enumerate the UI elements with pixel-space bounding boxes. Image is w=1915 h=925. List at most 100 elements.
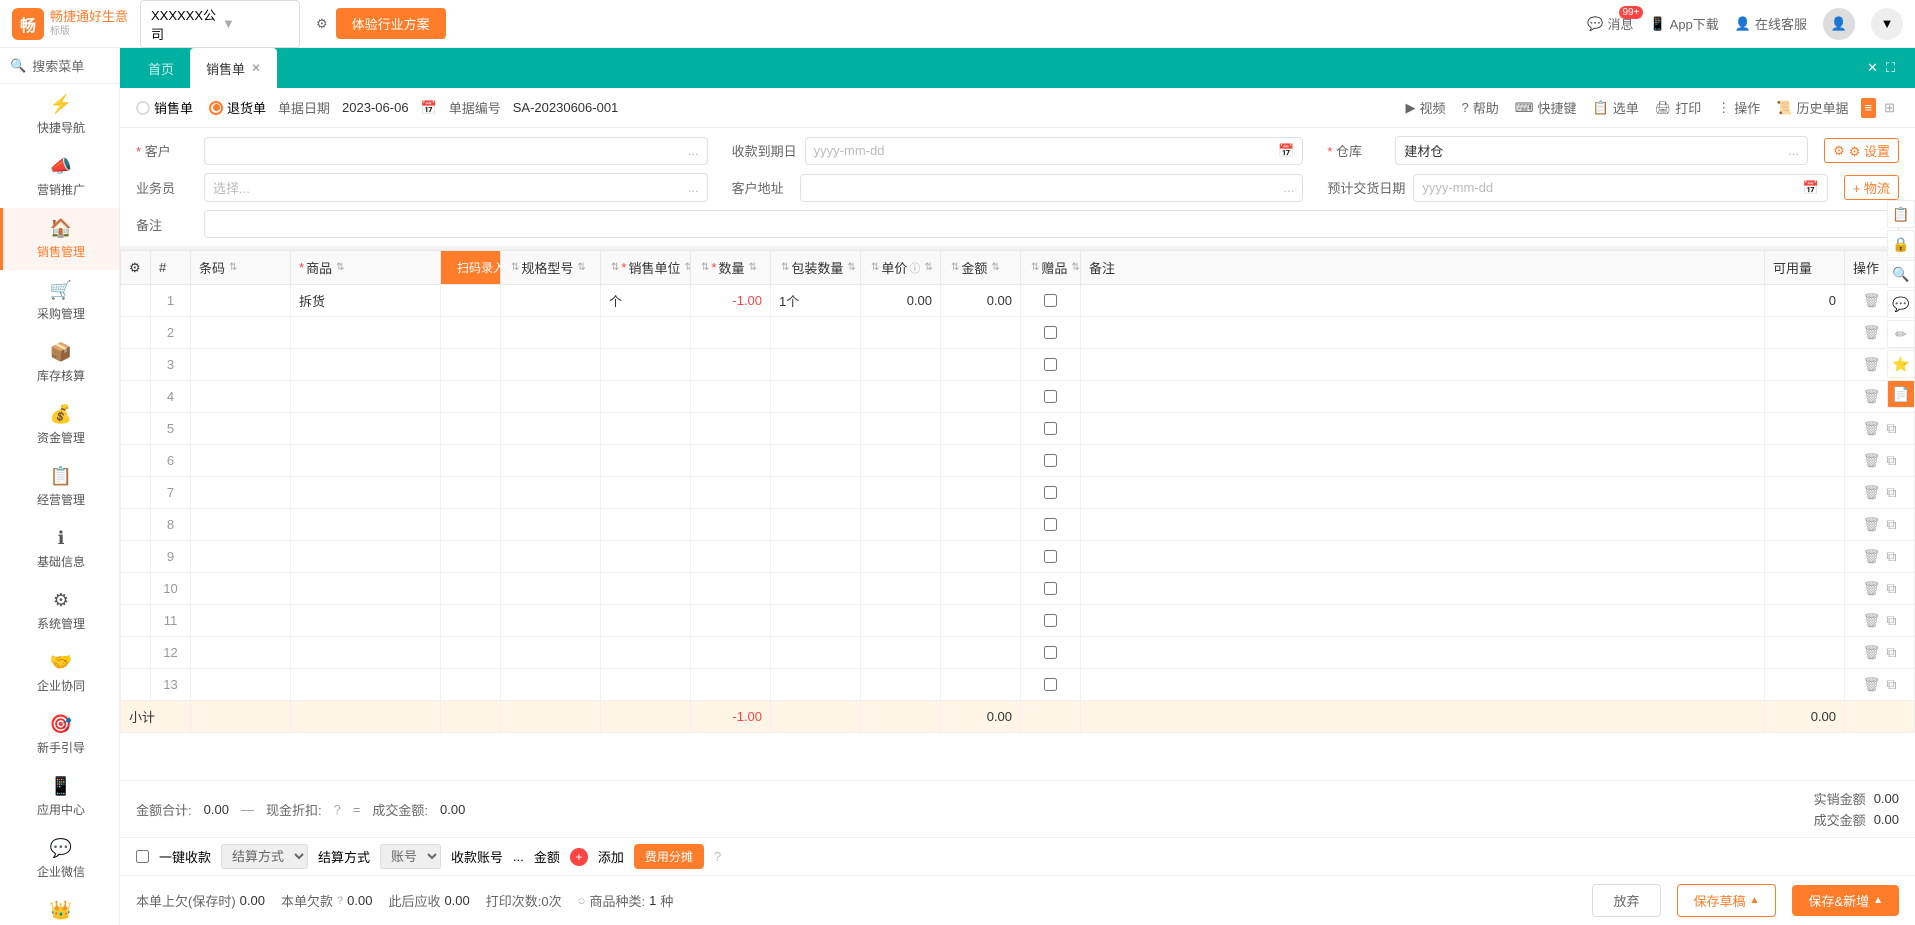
td-remarks[interactable] bbox=[1081, 541, 1765, 573]
td-pkg[interactable] bbox=[771, 317, 861, 349]
sidebar-search[interactable]: 🔍 搜索菜单 bbox=[0, 48, 119, 84]
td-gift[interactable] bbox=[1021, 381, 1081, 413]
td-price[interactable] bbox=[861, 541, 941, 573]
td-price[interactable] bbox=[861, 509, 941, 541]
td-spec[interactable] bbox=[501, 381, 601, 413]
delete-row-icon[interactable]: 🗑 bbox=[1863, 356, 1881, 373]
td-spec[interactable] bbox=[501, 477, 601, 509]
scan-button[interactable]: 扫码录入 bbox=[449, 257, 501, 278]
expense-split-button[interactable]: 费用分摊 bbox=[634, 844, 704, 869]
td-product[interactable] bbox=[291, 573, 441, 605]
td-spec[interactable] bbox=[501, 349, 601, 381]
td-gift[interactable] bbox=[1021, 509, 1081, 541]
operation-button[interactable]: ⋮ 操作 bbox=[1713, 96, 1764, 119]
close-tab-icon[interactable]: ✕ bbox=[251, 61, 261, 75]
customer-input[interactable]: ... bbox=[204, 137, 708, 165]
td-remarks[interactable] bbox=[1081, 605, 1765, 637]
one-click-checkbox[interactable] bbox=[136, 850, 149, 863]
copy-row-icon[interactable]: ⧉ bbox=[1886, 676, 1896, 693]
right-panel-btn-1[interactable]: 📋 bbox=[1887, 200, 1915, 228]
td-amount[interactable] bbox=[941, 413, 1021, 445]
td-qty[interactable] bbox=[691, 381, 771, 413]
td-pkg[interactable] bbox=[771, 445, 861, 477]
td-qty[interactable] bbox=[691, 605, 771, 637]
user-settings[interactable]: ▼ bbox=[1871, 8, 1903, 40]
td-pkg[interactable] bbox=[771, 573, 861, 605]
td-remarks[interactable] bbox=[1081, 317, 1765, 349]
app-download-button[interactable]: 📱 App下载 bbox=[1649, 14, 1718, 33]
td-remarks[interactable] bbox=[1081, 573, 1765, 605]
copy-row-icon[interactable]: ⧉ bbox=[1886, 484, 1896, 501]
close-window-icon[interactable]: ✕ bbox=[1867, 60, 1878, 76]
account-select[interactable]: 账号 bbox=[380, 844, 441, 869]
calendar-icon[interactable]: 📅 bbox=[421, 100, 437, 116]
td-gift[interactable] bbox=[1021, 413, 1081, 445]
payment-help-icon[interactable]: ? bbox=[714, 849, 721, 864]
td-barcode[interactable] bbox=[191, 381, 291, 413]
td-qty[interactable] bbox=[691, 317, 771, 349]
right-panel-btn-3[interactable]: 🔍 bbox=[1887, 260, 1915, 288]
td-unit[interactable] bbox=[601, 573, 691, 605]
td-spec[interactable] bbox=[501, 637, 601, 669]
right-panel-btn-5[interactable]: ✏ bbox=[1887, 320, 1915, 348]
td-price[interactable] bbox=[861, 669, 941, 701]
right-panel-btn-7[interactable]: 📄 bbox=[1887, 380, 1915, 408]
td-product[interactable] bbox=[291, 349, 441, 381]
td-remarks[interactable] bbox=[1081, 349, 1765, 381]
td-price[interactable] bbox=[861, 445, 941, 477]
td-gift[interactable] bbox=[1021, 637, 1081, 669]
th-gear[interactable]: ⚙ bbox=[121, 251, 151, 285]
td-amount[interactable] bbox=[941, 381, 1021, 413]
sidebar-item-inventory[interactable]: 📦 库存核算 bbox=[0, 332, 119, 394]
online-service-button[interactable]: 👤 在线客服 bbox=[1735, 14, 1807, 33]
delete-row-icon[interactable]: 🗑 bbox=[1863, 420, 1881, 437]
save-draft-button[interactable]: 保存草稿 ▲ bbox=[1677, 884, 1777, 917]
td-gift[interactable] bbox=[1021, 477, 1081, 509]
delete-row-icon[interactable]: 🗑 bbox=[1863, 580, 1881, 597]
td-price[interactable] bbox=[861, 573, 941, 605]
td-remarks[interactable] bbox=[1081, 477, 1765, 509]
td-barcode[interactable] bbox=[191, 285, 291, 317]
radio-return[interactable]: 退货单 bbox=[209, 98, 266, 117]
delete-row-icon[interactable]: 🗑 bbox=[1863, 452, 1881, 469]
td-pkg[interactable] bbox=[771, 349, 861, 381]
td-pkg[interactable] bbox=[771, 381, 861, 413]
radio-sales[interactable]: 销售单 bbox=[136, 98, 193, 117]
td-qty[interactable] bbox=[691, 477, 771, 509]
td-amount[interactable] bbox=[941, 573, 1021, 605]
remark-input[interactable] bbox=[204, 210, 1899, 238]
td-gift[interactable] bbox=[1021, 285, 1081, 317]
delete-row-icon[interactable]: 🗑 bbox=[1863, 388, 1881, 405]
sidebar-item-wechat[interactable]: 💬 企业微信 bbox=[0, 828, 119, 890]
copy-row-icon[interactable]: ⧉ bbox=[1886, 580, 1896, 597]
td-amount[interactable] bbox=[941, 349, 1021, 381]
td-gift[interactable] bbox=[1021, 317, 1081, 349]
td-gift[interactable] bbox=[1021, 605, 1081, 637]
logistics-btn[interactable]: + 物流 bbox=[1844, 175, 1899, 200]
td-remarks[interactable] bbox=[1081, 509, 1765, 541]
delete-row-icon[interactable]: 🗑 bbox=[1863, 548, 1881, 565]
td-qty[interactable] bbox=[691, 509, 771, 541]
sidebar-item-purchase[interactable]: 🛒 采购管理 bbox=[0, 270, 119, 332]
copy-row-icon[interactable]: ⧉ bbox=[1886, 452, 1896, 469]
td-remarks[interactable] bbox=[1081, 445, 1765, 477]
td-qty[interactable]: -1.00 bbox=[691, 285, 771, 317]
copy-row-icon[interactable]: ⧉ bbox=[1886, 516, 1896, 533]
delete-row-icon[interactable]: 🗑 bbox=[1863, 644, 1881, 661]
td-spec[interactable] bbox=[501, 669, 601, 701]
td-price[interactable] bbox=[861, 637, 941, 669]
td-qty[interactable] bbox=[691, 445, 771, 477]
td-amount[interactable] bbox=[941, 509, 1021, 541]
td-spec[interactable] bbox=[501, 605, 601, 637]
td-barcode[interactable] bbox=[191, 477, 291, 509]
td-gift[interactable] bbox=[1021, 573, 1081, 605]
delete-row-icon[interactable]: 🗑 bbox=[1863, 484, 1881, 501]
td-qty[interactable] bbox=[691, 413, 771, 445]
expand-icon[interactable]: ⛶ bbox=[1886, 60, 1895, 76]
td-unit[interactable] bbox=[601, 669, 691, 701]
select-button[interactable]: 📋 选单 bbox=[1589, 96, 1643, 119]
sidebar-item-quick-nav[interactable]: ⚡ 快捷导航 bbox=[0, 84, 119, 146]
message-button[interactable]: 💬 消息 99+ bbox=[1587, 14, 1633, 33]
help-button[interactable]: ? 帮助 bbox=[1458, 96, 1503, 119]
td-pkg[interactable] bbox=[771, 509, 861, 541]
